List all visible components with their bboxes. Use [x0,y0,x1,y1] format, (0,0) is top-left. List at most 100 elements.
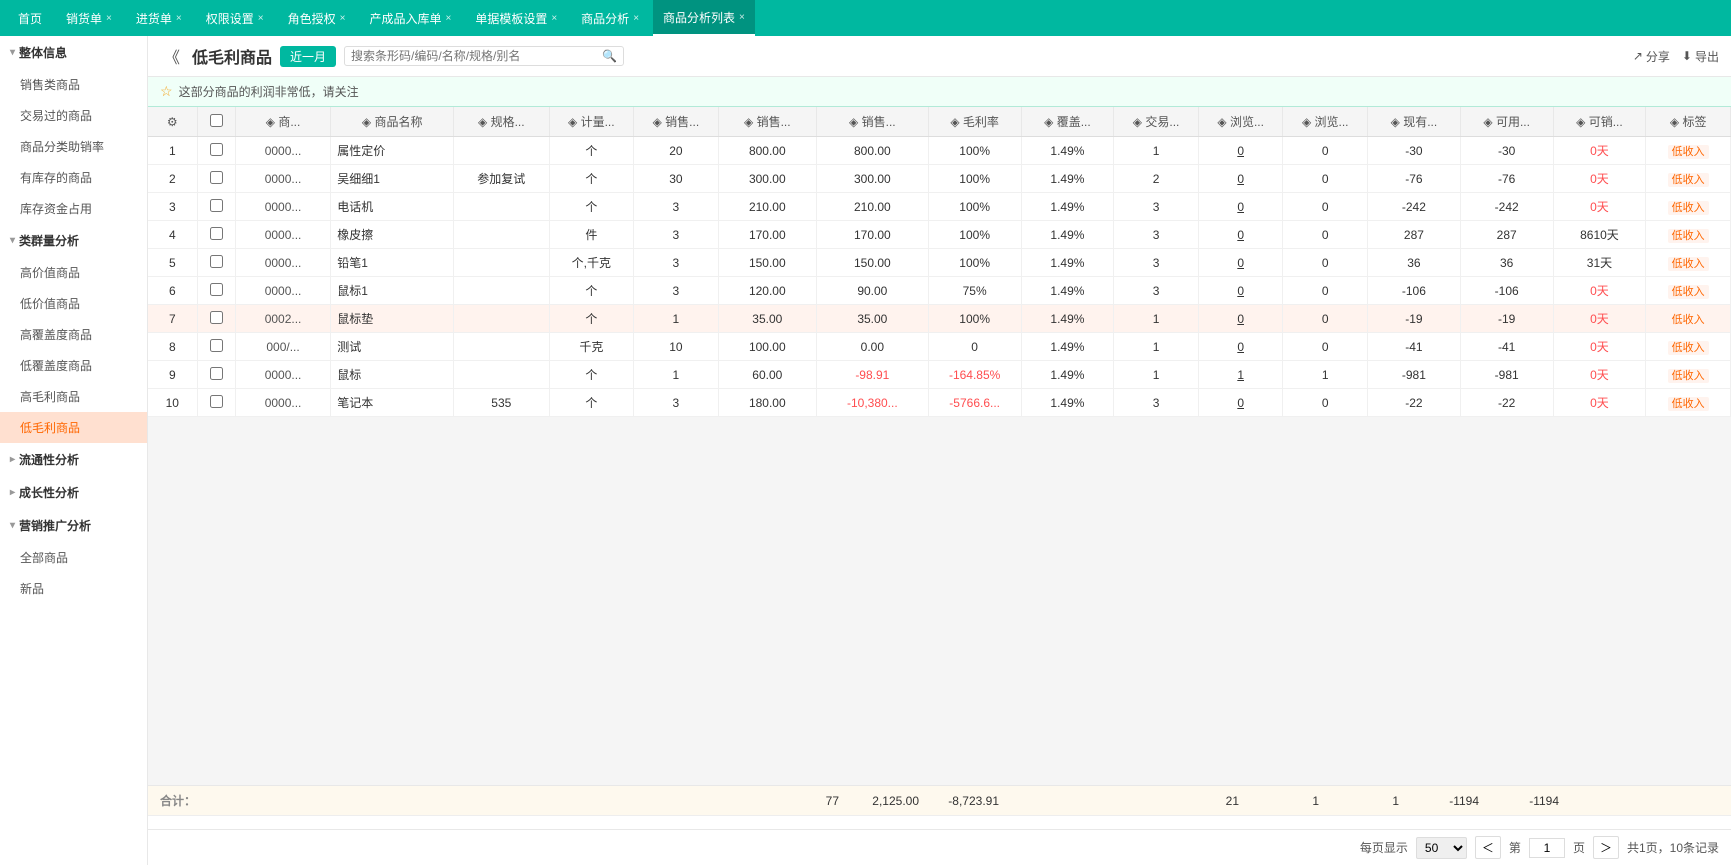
cell-views1[interactable]: 0 [1198,165,1283,193]
cell-checkbox[interactable] [197,333,235,361]
col-checkbox-all[interactable] [197,107,235,137]
nav-product-analysis-close[interactable]: × [633,13,639,24]
sidebar-item-all-products[interactable]: 全部商品 [0,542,147,573]
col-views2[interactable]: ◈ 浏览... [1283,107,1368,137]
current-page-input[interactable] [1529,838,1565,858]
col-coverage[interactable]: ◈ 覆盖... [1021,107,1114,137]
nav-permissions[interactable]: 权限设置 × [196,0,274,36]
nav-home[interactable]: 首页 [8,0,52,36]
search-icon[interactable]: 🔍 [602,49,617,63]
cell-checkbox[interactable] [197,137,235,165]
cell-checkbox[interactable] [197,361,235,389]
cell-checkbox[interactable] [197,221,235,249]
cell-unit: 个,千克 [549,249,634,277]
col-gross-margin[interactable]: ◈ 毛利率 [928,107,1021,137]
nav-role-auth[interactable]: 角色授权 × [278,0,356,36]
nav-permissions-close[interactable]: × [258,13,264,24]
cell-row-num: 3 [148,193,197,221]
sidebar-item-low-margin[interactable]: 低毛利商品 [0,412,147,443]
cell-views1[interactable]: 0 [1198,221,1283,249]
sidebar-item-inventory-capital[interactable]: 库存资金占用 [0,193,147,224]
sidebar-item-in-stock[interactable]: 有库存的商品 [0,162,147,193]
share-action[interactable]: ↗ 分享 [1633,48,1670,65]
col-spec[interactable]: ◈ 规格... [454,107,549,137]
nav-role-auth-close[interactable]: × [340,13,346,24]
col-code[interactable]: ◈ 商... [235,107,330,137]
cell-checkbox[interactable] [197,389,235,417]
cell-views1[interactable]: 1 [1198,361,1283,389]
cell-views1[interactable]: 0 [1198,137,1283,165]
sidebar-item-traded-products[interactable]: 交易过的商品 [0,100,147,131]
next-page-btn[interactable]: ＞ [1593,836,1619,859]
select-all-checkbox[interactable] [210,114,223,127]
col-current-stock[interactable]: ◈ 现有... [1368,107,1461,137]
cell-checkbox[interactable] [197,277,235,305]
cell-views1[interactable]: 0 [1198,193,1283,221]
nav-purchase-order-close[interactable]: × [176,13,182,24]
cell-available: 287 [1460,221,1553,249]
sidebar-item-category-rate[interactable]: 商品分类助销率 [0,131,147,162]
col-sales-profit[interactable]: ◈ 销售... [816,107,928,137]
cell-sales-qty: 3 [634,249,719,277]
sidebar-group-growth[interactable]: ▸ 成长性分析 [0,476,147,509]
prev-page-btn[interactable]: ＜ [1475,836,1501,859]
page-total-label: 页 [1573,839,1585,856]
col-tag[interactable]: ◈ 标签 [1646,107,1731,137]
sidebar-collapse-btn[interactable]: 《 [160,44,184,68]
sidebar-item-high-value[interactable]: 高价值商品 [0,257,147,288]
nav-product-entry-close[interactable]: × [445,13,451,24]
col-unit[interactable]: ◈ 计量... [549,107,634,137]
cell-checkbox[interactable] [197,305,235,333]
sidebar-group-circulation[interactable]: ▸ 流通性分析 [0,443,147,476]
col-sales-qty[interactable]: ◈ 销售... [634,107,719,137]
cell-views1[interactable]: 0 [1198,277,1283,305]
sidebar-group-segment[interactable]: ▾ 类群量分析 [0,224,147,257]
horizontal-scrollbar[interactable] [148,815,1731,829]
sidebar-item-new-products[interactable]: 新品 [0,573,147,604]
filter-recent-month-btn[interactable]: 近一月 [280,46,336,67]
cell-checkbox[interactable] [197,249,235,277]
sidebar-item-high-coverage[interactable]: 高覆盖度商品 [0,319,147,350]
nav-template-close[interactable]: × [551,13,557,24]
col-transactions[interactable]: ◈ 交易... [1114,107,1199,137]
col-available[interactable]: ◈ 可用... [1460,107,1553,137]
cell-views1[interactable]: 0 [1198,305,1283,333]
cell-coverage: 1.49% [1021,361,1114,389]
export-action[interactable]: ⬇ 导出 [1682,48,1719,65]
sidebar-item-sales-products[interactable]: 销售类商品 [0,69,147,100]
cell-views1[interactable]: 0 [1198,389,1283,417]
cell-views1[interactable]: 0 [1198,249,1283,277]
sidebar-item-low-value[interactable]: 低价值商品 [0,288,147,319]
sidebar-group-overall[interactable]: ▾ 整体信息 [0,36,147,69]
sidebar-group-marketing[interactable]: ▾ 营销推广分析 [0,509,147,542]
sidebar-item-high-margin[interactable]: 高毛利商品 [0,381,147,412]
col-settings[interactable]: ⚙ [148,107,197,137]
nav-product-analysis-list[interactable]: 商品分析列表 × [653,0,755,36]
col-name[interactable]: ◈ 商品名称 [331,107,454,137]
col-saleable[interactable]: ◈ 可销... [1553,107,1646,137]
nav-product-analysis[interactable]: 商品分析 × [571,0,649,36]
nav-purchase-order[interactable]: 进货单 × [126,0,192,36]
col-sales-price[interactable]: ◈ 销售... [718,107,816,137]
cell-checkbox[interactable] [197,165,235,193]
nav-sales-order-close[interactable]: × [106,13,112,24]
sidebar-item-low-coverage[interactable]: 低覆盖度商品 [0,350,147,381]
page-size-select[interactable]: 50 100 [1416,837,1467,859]
nav-sales-order[interactable]: 销货单 × [56,0,122,36]
cell-unit: 个 [549,193,634,221]
cell-tag: 低收入 [1646,361,1731,389]
nav-product-entry[interactable]: 产成品入库单 × [359,0,461,36]
cell-row-num: 1 [148,137,197,165]
col-views1[interactable]: ◈ 浏览... [1198,107,1283,137]
table-header-row: ⚙ ◈ 商... ◈ 商品名称 ◈ 规格... ◈ 计量... ◈ 销售... … [148,107,1731,137]
cell-checkbox[interactable] [197,193,235,221]
table-container[interactable]: ⚙ ◈ 商... ◈ 商品名称 ◈ 规格... ◈ 计量... ◈ 销售... … [148,107,1731,785]
search-input[interactable] [351,49,602,63]
cell-views1[interactable]: 0 [1198,333,1283,361]
cell-transactions: 1 [1114,333,1199,361]
table-row: 3 0000... 电话机 个 3 210.00 210.00 100% 1.4… [148,193,1731,221]
nav-template-settings[interactable]: 单据模板设置 × [465,0,567,36]
footer-values: 77 2,125.00 -8,723.91 21 1 1 -1194 -1194 [216,794,1719,808]
cell-sales-profit: 800.00 [816,137,928,165]
nav-product-analysis-list-close[interactable]: × [739,12,745,23]
